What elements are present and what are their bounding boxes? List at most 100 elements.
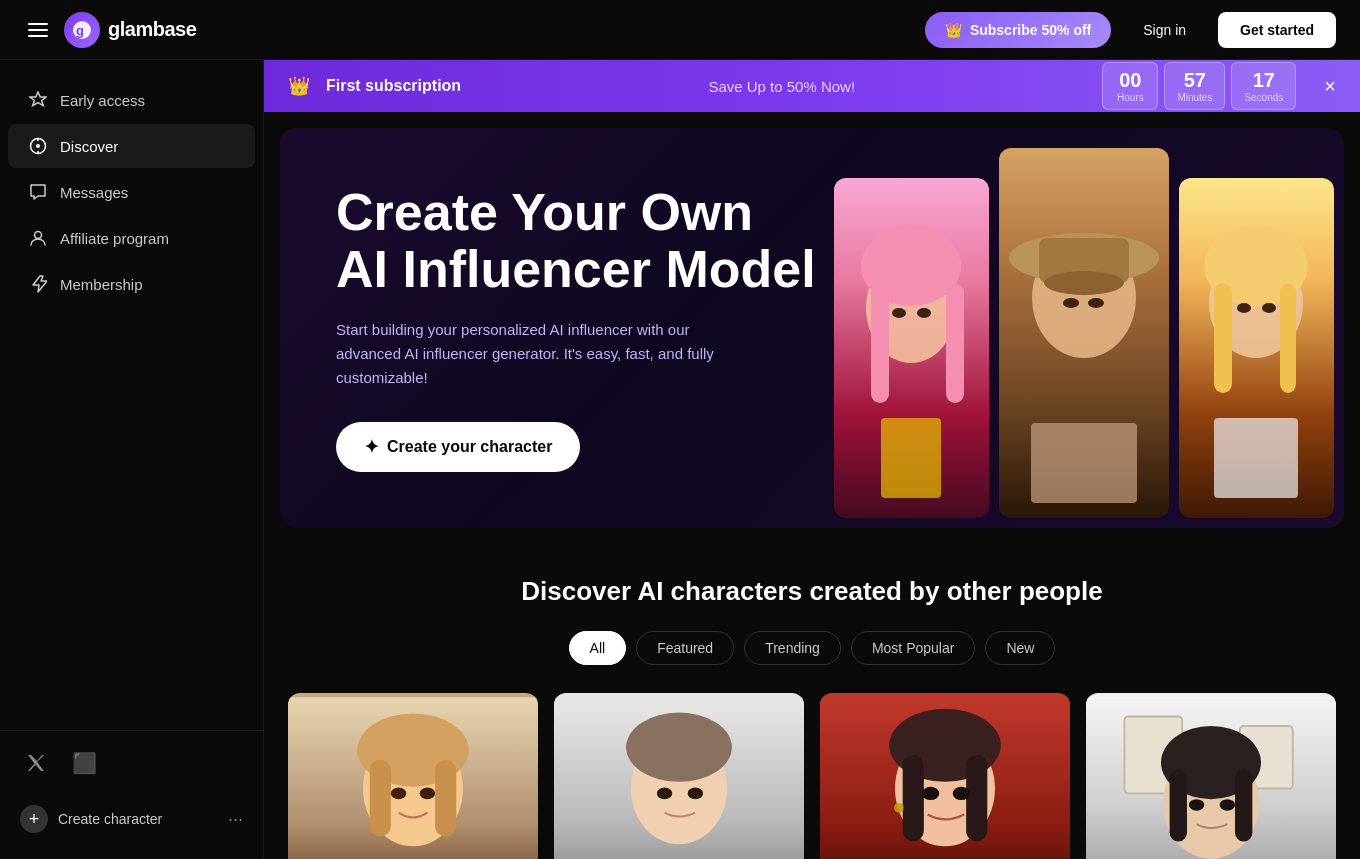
sidebar-item-affiliate[interactable]: Affiliate program: [8, 216, 255, 260]
svg-point-50: [894, 803, 904, 813]
filter-tab-most-popular[interactable]: Most Popular: [851, 631, 975, 665]
banner-title: First subscription: [326, 77, 461, 95]
svg-point-42: [688, 788, 703, 800]
sidebar-item-label: Discover: [60, 138, 118, 155]
discover-title: Discover AI characters created by other …: [288, 576, 1336, 607]
character-card[interactable]: [288, 693, 538, 859]
filter-tabs: All Featured Trending Most Popular New: [288, 631, 1336, 665]
minutes-block: 57 Minutes: [1164, 62, 1225, 110]
hero-images: [824, 128, 1344, 528]
banner-crown-icon: 👑: [288, 75, 310, 97]
svg-point-40: [626, 713, 732, 782]
discover-section: Discover AI characters created by other …: [264, 544, 1360, 859]
svg-point-37: [420, 788, 435, 800]
subscribe-button[interactable]: 👑 Subscribe 50% off: [925, 12, 1111, 48]
banner-close-button[interactable]: ×: [1324, 76, 1336, 96]
sidebar-item-early-access[interactable]: Early access: [8, 78, 255, 122]
svg-point-59: [1220, 799, 1235, 811]
filter-tab-all[interactable]: All: [569, 631, 627, 665]
svg-point-36: [391, 788, 406, 800]
sidebar-item-label: Messages: [60, 184, 128, 201]
svg-rect-35: [435, 760, 456, 837]
svg-point-23: [917, 308, 931, 318]
svg-rect-30: [1214, 418, 1298, 498]
sidebar-nav: Early access Discover: [0, 60, 263, 730]
star-icon: [28, 90, 48, 110]
sidebar: Early access Discover: [0, 60, 264, 859]
create-character-label[interactable]: Create character: [58, 811, 218, 827]
countdown-timer: 00 Hours 57 Minutes 17 Seconds: [1102, 62, 1296, 110]
seconds-block: 17 Seconds: [1231, 62, 1296, 110]
seconds-label: Seconds: [1244, 92, 1283, 103]
svg-rect-15: [946, 283, 964, 403]
sidebar-item-membership[interactable]: Membership: [8, 262, 255, 306]
social-icons: ⬛: [20, 747, 243, 779]
filter-tab-trending[interactable]: Trending: [744, 631, 841, 665]
hours-block: 00 Hours: [1102, 62, 1158, 110]
character-card[interactable]: [1086, 693, 1336, 859]
sidebar-item-messages[interactable]: Messages: [8, 170, 255, 214]
svg-rect-29: [1031, 423, 1137, 503]
lightning-icon: [28, 274, 48, 294]
create-character-plus-button[interactable]: +: [20, 805, 48, 833]
svg-rect-47: [966, 755, 987, 842]
hero-subtitle: Start building your personalized AI infl…: [336, 318, 716, 390]
svg-point-25: [1088, 298, 1104, 308]
subscribe-label: Subscribe 50% off: [970, 22, 1091, 38]
minutes-value: 57: [1177, 69, 1212, 92]
svg-rect-46: [903, 755, 924, 842]
create-character-cta-button[interactable]: ✦ Create your character: [336, 422, 580, 472]
more-options-button[interactable]: ···: [228, 809, 243, 830]
svg-rect-21: [1280, 283, 1296, 393]
svg-point-22: [892, 308, 906, 318]
svg-point-26: [1237, 303, 1251, 313]
sign-in-button[interactable]: Sign in: [1127, 12, 1202, 48]
svg-rect-20: [1214, 283, 1232, 393]
subscription-banner: 👑 First subscription Save Up to 50% Now!…: [264, 60, 1360, 112]
hero-title: Create Your Own AI Influencer Model: [336, 184, 816, 298]
characters-grid: [288, 693, 1336, 859]
twitter-icon[interactable]: [20, 747, 52, 779]
hamburger-menu[interactable]: [24, 19, 52, 41]
sidebar-item-discover[interactable]: Discover: [8, 124, 255, 168]
main-layout: Early access Discover: [0, 60, 1360, 859]
filter-tab-featured[interactable]: Featured: [636, 631, 734, 665]
svg-point-27: [1262, 303, 1276, 313]
create-character-bottom: + Create character ···: [20, 795, 243, 843]
sidebar-item-label: Early access: [60, 92, 145, 109]
nav-right: 👑 Subscribe 50% off Sign in Get started: [925, 12, 1336, 48]
card-image: [288, 693, 538, 859]
svg-point-58: [1189, 799, 1204, 811]
card-image: [554, 693, 804, 859]
medium-icon[interactable]: ⬛: [68, 747, 100, 779]
filter-tab-new[interactable]: New: [985, 631, 1055, 665]
get-started-button[interactable]: Get started: [1218, 12, 1336, 48]
sidebar-item-label: Membership: [60, 276, 143, 293]
svg-point-6: [35, 232, 42, 239]
character-card[interactable]: [820, 693, 1070, 859]
person-icon: [28, 228, 48, 248]
hero-section: Create Your Own AI Influencer Model Star…: [280, 128, 1344, 528]
content-area: 👑 First subscription Save Up to 50% Now!…: [264, 60, 1360, 859]
sidebar-bottom: ⬛ + Create character ···: [0, 730, 263, 859]
svg-rect-14: [871, 283, 889, 403]
crown-icon: 👑: [945, 22, 962, 38]
seconds-value: 17: [1244, 69, 1283, 92]
banner-subtitle: Save Up to 50% Now!: [708, 78, 855, 95]
svg-point-49: [953, 787, 970, 800]
svg-point-24: [1063, 298, 1079, 308]
logo[interactable]: g glambase: [64, 12, 196, 48]
sparkle-icon: ✦: [364, 436, 379, 458]
top-navigation: g glambase 👑 Subscribe 50% off Sign in G…: [0, 0, 1360, 60]
hero-image-collage: [824, 128, 1344, 528]
svg-rect-56: [1170, 769, 1187, 841]
character-card[interactable]: [554, 693, 804, 859]
hours-value: 00: [1115, 69, 1145, 92]
svg-rect-34: [370, 760, 391, 837]
svg-text:g: g: [76, 23, 84, 38]
logo-icon: g: [64, 12, 100, 48]
card-image: [1086, 693, 1336, 859]
sidebar-item-label: Affiliate program: [60, 230, 169, 247]
svg-point-41: [657, 788, 672, 800]
hero-cta-label: Create your character: [387, 438, 552, 456]
